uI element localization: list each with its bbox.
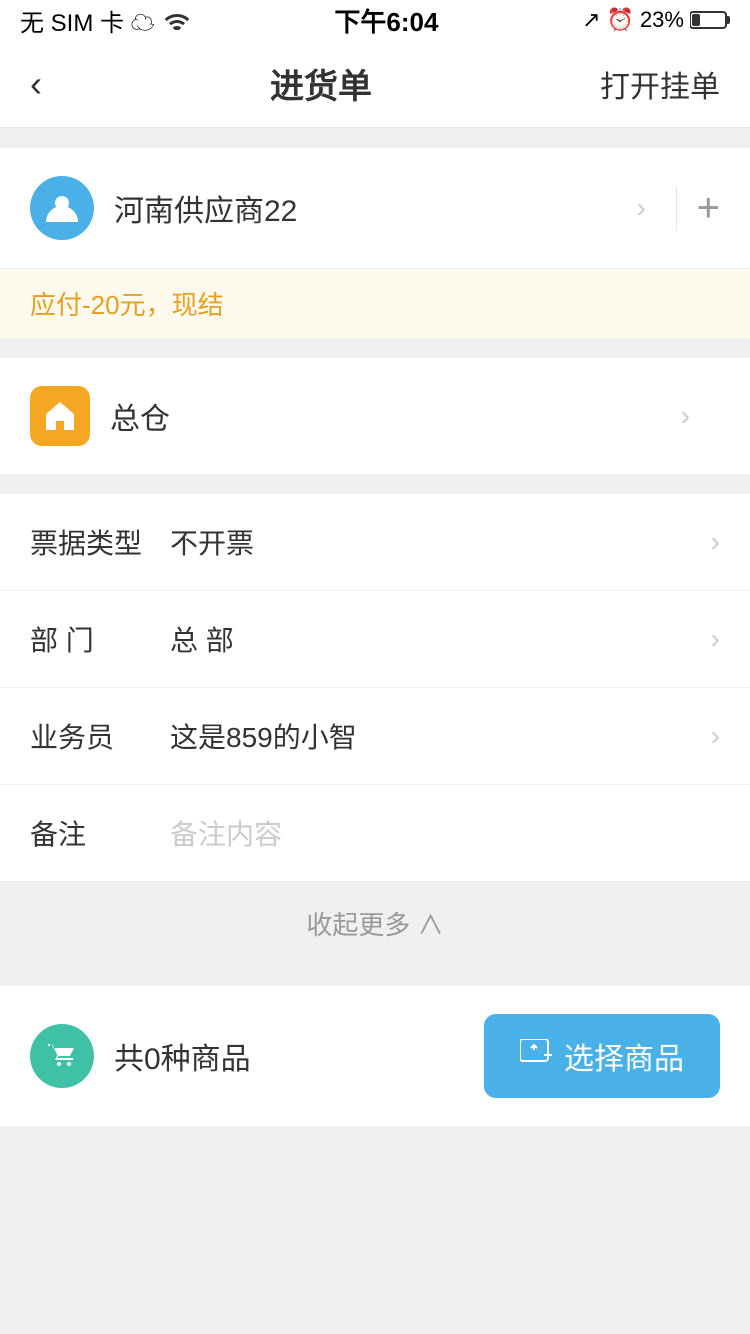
warehouse-row[interactable]: 总仓 › (0, 358, 750, 474)
supplier-avatar (30, 176, 94, 240)
note-input[interactable]: 备注内容 (170, 813, 720, 853)
form-card: 票据类型 不开票 › 部 门 总 部 › 业务员 这是859的小智 › 备注 备… (0, 494, 750, 881)
collapse-row[interactable]: 收起更多 ∧ (0, 881, 750, 966)
battery-icon (690, 10, 730, 30)
salesman-value: 这是859的小智 (170, 716, 711, 756)
salesman-label: 业务员 (30, 716, 170, 756)
cart-icon (44, 1038, 80, 1074)
section-gap-2 (0, 338, 750, 358)
invoice-type-label: 票据类型 (30, 522, 170, 562)
section-gap-3 (0, 474, 750, 494)
department-label: 部 门 (30, 619, 170, 659)
page-title: 进货单 (270, 59, 372, 108)
select-icon (520, 1039, 552, 1074)
chevron-right-icon-2: › (681, 400, 690, 432)
warehouse-icon-bg (30, 386, 90, 446)
notice-row: 应付-20元，现结 (0, 269, 750, 338)
department-value: 总 部 (170, 619, 711, 659)
salesman-row[interactable]: 业务员 这是859的小智 › (0, 688, 750, 784)
invoice-type-row[interactable]: 票据类型 不开票 › (0, 494, 750, 590)
status-time: 下午6:04 (334, 2, 438, 39)
house-icon (43, 399, 77, 433)
chevron-right-icon: › (636, 192, 645, 224)
status-left: 无 SIM 卡 ☁ (20, 3, 191, 38)
open-pending-button[interactable]: 打开挂单 (600, 62, 720, 106)
section-gap-1 (0, 128, 750, 148)
note-label: 备注 (30, 813, 170, 853)
chevron-right-icon-5: › (711, 720, 720, 752)
chevron-right-icon-4: › (711, 623, 720, 655)
add-button[interactable]: + (676, 186, 720, 231)
chevron-right-icon-3: › (711, 526, 720, 558)
supplier-row[interactable]: 河南供应商22 › + (0, 148, 750, 269)
status-bar: 无 SIM 卡 ☁ 下午6:04 ↗ ⏰ 23% (0, 0, 750, 40)
note-row[interactable]: 备注 备注内容 (0, 785, 750, 881)
select-product-label: 选择商品 (564, 1034, 684, 1078)
invoice-type-value: 不开票 (170, 522, 711, 562)
supplier-name: 河南供应商22 (114, 186, 636, 230)
alarm-icon: ⏰ (607, 7, 634, 33)
status-right: ↗ ⏰ 23% (582, 7, 730, 33)
product-count: 共0种商品 (114, 1034, 484, 1078)
back-button[interactable]: ‹ (30, 63, 42, 105)
warehouse-card: 总仓 › (0, 358, 750, 474)
bottom-section: 共0种商品 选择商品 (0, 986, 750, 1126)
collapse-label: 收起更多 ∧ (306, 905, 443, 942)
warehouse-name: 总仓 (110, 394, 681, 438)
location-icon: ↗ (582, 7, 600, 33)
nav-bar: ‹ 进货单 打开挂单 (0, 40, 750, 128)
battery-label: 23% (640, 7, 684, 33)
supplier-card: 河南供应商22 › + 应付-20元，现结 (0, 148, 750, 338)
wifi-icon (163, 10, 191, 30)
select-product-button[interactable]: 选择商品 (484, 1014, 720, 1098)
product-icon-bg (30, 1024, 94, 1088)
section-gap-4 (0, 966, 750, 986)
department-row[interactable]: 部 门 总 部 › (0, 591, 750, 687)
product-bar: 共0种商品 选择商品 (0, 986, 750, 1126)
select-product-icon (520, 1039, 552, 1067)
no-sim-label: 无 SIM 卡 ☁ (20, 3, 155, 38)
user-icon (44, 190, 80, 226)
